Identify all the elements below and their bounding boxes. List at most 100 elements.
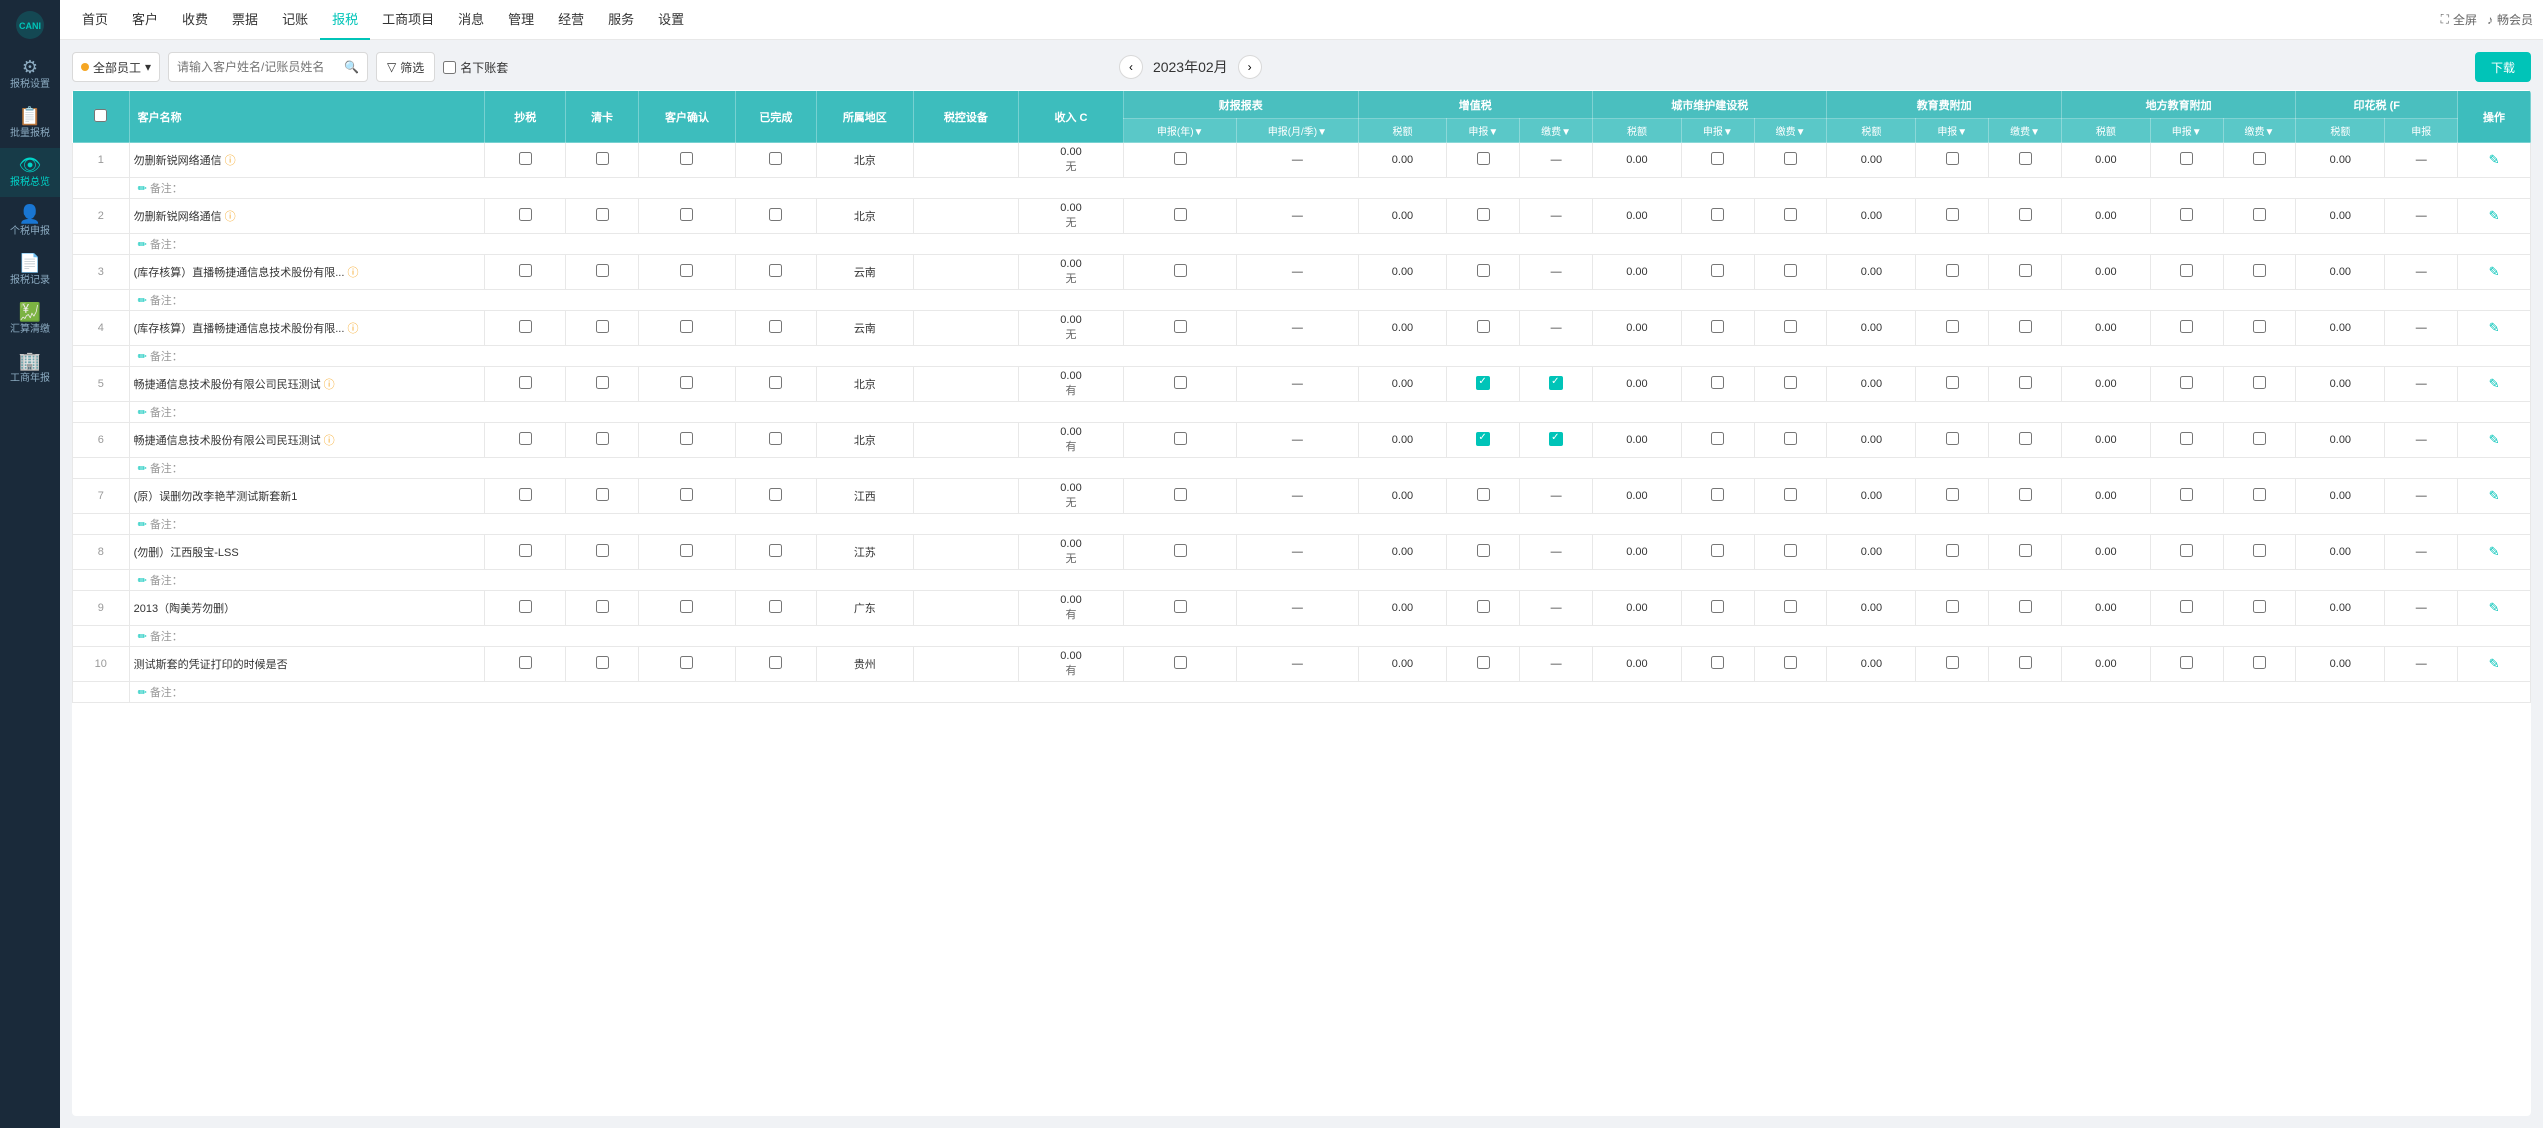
checkbox-label-accounts[interactable]: 名下账套 [443, 59, 508, 76]
nav-tax[interactable]: 报税 [320, 0, 370, 40]
accounts-checkbox[interactable] [443, 61, 456, 74]
edit-icon[interactable]: ✎ [2489, 656, 2500, 671]
note-row: ✏备注： [73, 570, 2531, 591]
cell-local-amount: 0.00 [2061, 143, 2150, 178]
prev-page-button[interactable]: ‹ [1119, 55, 1143, 79]
cell-clear-card [566, 199, 639, 234]
note-row: ✏备注： [73, 234, 2531, 255]
cell-income: 0.00 有 [1018, 591, 1123, 626]
cell-action: ✎ [2458, 255, 2531, 290]
edit-icon[interactable]: ✎ [2489, 544, 2500, 559]
note-row: ✏备注： [73, 178, 2531, 199]
cell-city-declare [1681, 423, 1754, 458]
sidebar-item-batch-tax[interactable]: 📋 批量报税 [0, 99, 60, 148]
sidebar-item-tax-overview[interactable]: 👁 报税总览 [0, 148, 60, 197]
nav-home[interactable]: 首页 [70, 0, 120, 40]
cell-done [735, 311, 816, 346]
cell-vat-pay: — [1520, 311, 1593, 346]
warn-icon[interactable]: ⓘ [347, 267, 358, 279]
nav-business[interactable]: 工商项目 [370, 0, 446, 40]
personal-tax-icon: 👤 [19, 205, 41, 223]
cell-name: (原）误删勿改李艳芊测试斯套新1 [129, 479, 485, 514]
nav-manage[interactable]: 管理 [496, 0, 546, 40]
cell-area: 北京 [816, 143, 913, 178]
note-row-empty [73, 290, 130, 311]
cell-no: 7 [73, 479, 130, 514]
cell-clear-card [566, 423, 639, 458]
cell-no: 10 [73, 647, 130, 682]
cell-no: 8 [73, 535, 130, 570]
cell-edu-amount: 0.00 [1827, 143, 1916, 178]
select-all-checkbox[interactable] [94, 109, 107, 122]
pencil-icon: ✏ [138, 183, 147, 195]
sidebar-item-tax-record[interactable]: 📄 报税记录 [0, 246, 60, 295]
cell-edu-pay [1989, 647, 2062, 682]
cell-vat-amount: 0.00 [1358, 199, 1447, 234]
cell-city-declare [1681, 591, 1754, 626]
cell-fin-year [1124, 591, 1237, 626]
sidebar-label-tax-overview: 报税总览 [10, 177, 50, 189]
note-row-empty [73, 626, 130, 647]
employee-filter-select[interactable]: 全部员工 ▾ [72, 52, 160, 82]
svg-text:CANI: CANI [19, 21, 41, 31]
edit-icon[interactable]: ✎ [2489, 152, 2500, 167]
note-cell: ✏备注： [129, 178, 2530, 199]
search-input[interactable] [177, 60, 340, 74]
cell-tax-copy [485, 199, 566, 234]
nav-invoice[interactable]: 票据 [220, 0, 270, 40]
th-city-pay: 缴费▼ [1754, 119, 1827, 143]
nav-client[interactable]: 客户 [120, 0, 170, 40]
sidebar-item-settlement[interactable]: 💹 汇算清缴 [0, 295, 60, 344]
sidebar-item-personal-tax[interactable]: 👤 个税申报 [0, 197, 60, 246]
filter-button[interactable]: ▽ 筛选 [376, 52, 435, 82]
edit-icon[interactable]: ✎ [2489, 600, 2500, 615]
nav-operations[interactable]: 经营 [546, 0, 596, 40]
warn-icon[interactable]: ⓘ [347, 323, 358, 335]
sidebar-item-tax-settings[interactable]: ⚙ 报税设置 [0, 50, 60, 99]
cell-stamp-amount: 0.00 [2296, 199, 2385, 234]
edit-icon[interactable]: ✎ [2489, 320, 2500, 335]
cell-local-pay [2223, 591, 2296, 626]
download-button[interactable]: 下载 [2475, 52, 2531, 82]
cell-action: ✎ [2458, 591, 2531, 626]
cell-clear-card [566, 255, 639, 290]
cell-city-pay [1754, 255, 1827, 290]
cell-vat-pay: — [1520, 591, 1593, 626]
warn-icon[interactable]: ⓘ [225, 211, 236, 223]
cell-no: 9 [73, 591, 130, 626]
fullscreen-btn[interactable]: ⛶ 全屏 [2441, 11, 2477, 28]
cell-vat-amount: 0.00 [1358, 367, 1447, 402]
cell-fin-year [1124, 367, 1237, 402]
cell-edu-declare [1916, 255, 1989, 290]
cell-city-pay [1754, 311, 1827, 346]
note-row-empty [73, 178, 130, 199]
cell-income: 0.00 有 [1018, 367, 1123, 402]
nav-message[interactable]: 消息 [446, 0, 496, 40]
cell-vat-amount: 0.00 [1358, 423, 1447, 458]
edit-icon[interactable]: ✎ [2489, 376, 2500, 391]
pencil-icon: ✏ [138, 575, 147, 587]
main-area: 首页 客户 收费 票据 记账 报税 工商项目 消息 管理 经营 服务 设置 ⛶ … [60, 0, 2543, 1128]
cell-tax-copy [485, 255, 566, 290]
warn-icon[interactable]: ⓘ [225, 155, 236, 167]
edit-icon[interactable]: ✎ [2489, 432, 2500, 447]
member-btn[interactable]: ♪ 畅会员 [2487, 11, 2533, 28]
nav-settings[interactable]: 设置 [646, 0, 696, 40]
cell-vat-amount: 0.00 [1358, 143, 1447, 178]
cell-local-amount: 0.00 [2061, 255, 2150, 290]
nav-service[interactable]: 服务 [596, 0, 646, 40]
cell-city-declare [1681, 255, 1754, 290]
warn-icon[interactable]: ⓘ [324, 435, 335, 447]
sidebar-label-annual-report: 工商年报 [10, 373, 50, 385]
nav-right: ⛶ 全屏 ♪ 畅会员 [2441, 11, 2533, 28]
cell-no: 2 [73, 199, 130, 234]
next-page-button[interactable]: › [1238, 55, 1262, 79]
edit-icon[interactable]: ✎ [2489, 488, 2500, 503]
warn-icon[interactable]: ⓘ [324, 379, 335, 391]
sidebar-item-annual-report[interactable]: 🏢 工商年报 [0, 344, 60, 393]
edit-icon[interactable]: ✎ [2489, 208, 2500, 223]
th-city-declare: 申报▼ [1681, 119, 1754, 143]
nav-bookkeeping[interactable]: 记账 [270, 0, 320, 40]
edit-icon[interactable]: ✎ [2489, 264, 2500, 279]
nav-fee[interactable]: 收费 [170, 0, 220, 40]
